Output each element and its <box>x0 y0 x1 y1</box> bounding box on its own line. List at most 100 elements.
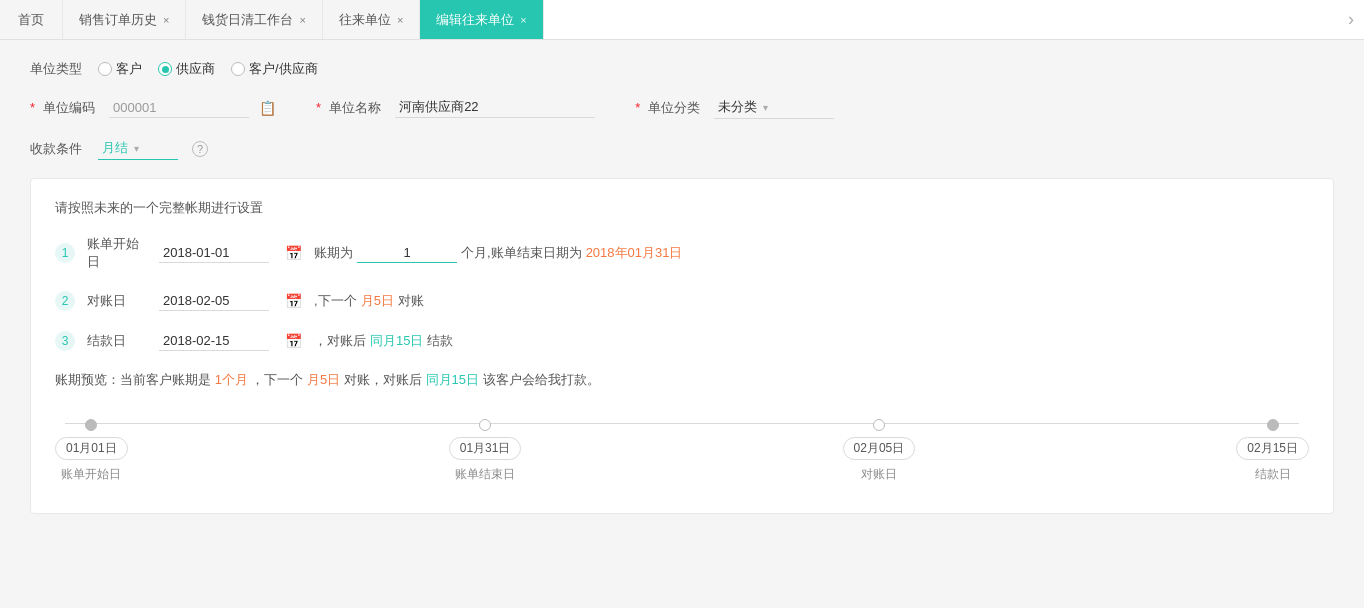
timeline-point-1: 01月31日 账单结束日 <box>449 419 522 483</box>
payment-condition-value: 月结 <box>102 139 128 157</box>
row-type-2: 对账日 <box>87 292 147 310</box>
unit-info-row: * 单位编码 000001 📋 * 单位名称 河南供应商22 * 单位分类 未分… <box>30 96 1334 119</box>
unit-category-required: * <box>635 100 640 115</box>
start-date-input[interactable] <box>159 243 269 263</box>
unit-category-value: 未分类 <box>718 98 757 116</box>
tab-edit-counterpart-label: 编辑往来单位 <box>436 11 514 29</box>
reconcile-desc-prefix: ,下一个 <box>314 292 357 310</box>
unit-code-input[interactable]: 000001 <box>109 98 249 118</box>
timeline-dot-3 <box>1267 419 1279 431</box>
preview-text: 账期预览：当前客户账期是 1个月 ，下一个 月5日 对账，对账后 同月15日 该… <box>55 371 1309 389</box>
start-date-calendar-icon[interactable]: 📅 <box>285 245 302 261</box>
unit-name-input[interactable]: 河南供应商22 <box>395 98 595 118</box>
timeline: 01月01日 账单开始日 01月31日 账单结束日 02月05日 对账日 02月… <box>55 409 1309 493</box>
timeline-point-0: 01月01日 账单开始日 <box>55 419 128 483</box>
preview-mid1: ，下一个 <box>251 372 303 387</box>
payment-desc-suffix: 结款 <box>427 332 453 350</box>
section-instruction: 请按照未来的一个完整帐期进行设置 <box>55 199 1309 217</box>
payment-help-icon[interactable]: ? <box>192 141 208 157</box>
preview-mid2: 对账，对账后 <box>344 372 422 387</box>
timeline-label-2: 对账日 <box>861 466 897 483</box>
period-value-input[interactable] <box>357 243 457 263</box>
preview-prefix: 账期预览：当前客户账期是 <box>55 372 211 387</box>
tab-edit-counterpart[interactable]: 编辑往来单位 × <box>420 0 543 39</box>
timeline-badge-1: 01月31日 <box>449 437 522 460</box>
tab-sales-history[interactable]: 销售订单历史 × <box>63 0 186 39</box>
reconcile-date-calendar-icon[interactable]: 📅 <box>285 293 302 309</box>
unit-name-group: * 单位名称 河南供应商22 <box>316 98 595 118</box>
tab-cashflow-close[interactable]: × <box>299 14 305 26</box>
tab-home[interactable]: 首页 <box>0 0 63 39</box>
preview-highlight3: 同月15日 <box>426 372 479 387</box>
preview-highlight1: 1个月 <box>215 372 248 387</box>
tab-counterparts-label: 往来单位 <box>339 11 391 29</box>
payment-date-input[interactable] <box>159 331 269 351</box>
period-desc-2: ,下一个 月5日 对账 <box>314 292 424 310</box>
unit-name-label: 单位名称 <box>329 99 381 117</box>
unit-code-copy-icon[interactable]: 📋 <box>259 100 276 116</box>
tabs-chevron[interactable]: › <box>1338 0 1364 39</box>
tab-counterparts-close[interactable]: × <box>397 14 403 26</box>
period-desc-3: ，对账后 同月15日 结款 <box>314 332 453 350</box>
period-label: 账期为 <box>314 244 353 262</box>
period-unit: 个月,账单结束日期为 <box>461 244 582 262</box>
radio-supplier-label: 供应商 <box>176 60 215 78</box>
unit-name-required: * <box>316 100 321 115</box>
timeline-point-2: 02月05日 对账日 <box>843 419 916 483</box>
row-num-2: 2 <box>55 291 75 311</box>
radio-customer-circle <box>98 62 112 76</box>
tab-sales-history-close[interactable]: × <box>163 14 169 26</box>
tab-edit-counterpart-close[interactable]: × <box>520 14 526 26</box>
timeline-dot-1 <box>479 419 491 431</box>
radio-customer-label: 客户 <box>116 60 142 78</box>
payment-condition-arrow-icon: ▾ <box>134 143 139 154</box>
unit-category-label: 单位分类 <box>648 99 700 117</box>
timeline-badge-2: 02月05日 <box>843 437 916 460</box>
unit-type-row: 单位类型 客户 供应商 客户/供应商 <box>30 60 1334 78</box>
period-row-3: 3 结款日 📅 ，对账后 同月15日 结款 <box>55 331 1309 351</box>
radio-supplier[interactable]: 供应商 <box>158 60 215 78</box>
timeline-dot-0 <box>85 419 97 431</box>
timeline-points: 01月01日 账单开始日 01月31日 账单结束日 02月05日 对账日 02月… <box>55 419 1309 483</box>
timeline-label-0: 账单开始日 <box>61 466 121 483</box>
tab-home-label: 首页 <box>18 11 44 29</box>
main-content: 单位类型 客户 供应商 客户/供应商 * 单位编码 000001 📋 * <box>0 40 1364 608</box>
tab-counterparts[interactable]: 往来单位 × <box>323 0 420 39</box>
radio-customer-supplier[interactable]: 客户/供应商 <box>231 60 318 78</box>
reconcile-desc-suffix: 对账 <box>398 292 424 310</box>
unit-code-group: * 单位编码 000001 📋 <box>30 98 276 118</box>
payment-date-calendar-icon[interactable]: 📅 <box>285 333 302 349</box>
radio-customer[interactable]: 客户 <box>98 60 142 78</box>
tab-cashflow[interactable]: 钱货日清工作台 × <box>186 0 322 39</box>
payment-condition-select[interactable]: 月结 ▾ <box>98 137 178 160</box>
period-row-2: 2 对账日 📅 ,下一个 月5日 对账 <box>55 291 1309 311</box>
timeline-label-3: 结款日 <box>1255 466 1291 483</box>
row-num-3: 3 <box>55 331 75 351</box>
chevron-right-icon: › <box>1348 9 1354 30</box>
radio-supplier-circle <box>158 62 172 76</box>
row-type-1: 账单开始日 <box>87 235 147 271</box>
unit-code-required: * <box>30 100 35 115</box>
unit-category-arrow-icon: ▾ <box>763 102 768 113</box>
period-desc-1: 账期为 个月,账单结束日期为 2018年01月31日 <box>314 243 682 263</box>
timeline-dot-2 <box>873 419 885 431</box>
row-num-1: 1 <box>55 243 75 263</box>
reconcile-date-input[interactable] <box>159 291 269 311</box>
tab-cashflow-label: 钱货日清工作台 <box>202 11 293 29</box>
timeline-label-1: 账单结束日 <box>455 466 515 483</box>
unit-type-label: 单位类型 <box>30 60 82 78</box>
timeline-point-3: 02月15日 结款日 <box>1236 419 1309 483</box>
preview-suffix: 该客户会给我打款。 <box>483 372 600 387</box>
payment-condition-label: 收款条件 <box>30 140 82 158</box>
reconcile-desc-highlight: 月5日 <box>361 292 394 310</box>
unit-code-label: 单位编码 <box>43 99 95 117</box>
tab-sales-history-label: 销售订单历史 <box>79 11 157 29</box>
radio-group: 客户 供应商 客户/供应商 <box>98 60 318 78</box>
row-type-3: 结款日 <box>87 332 147 350</box>
unit-category-group: * 单位分类 未分类 ▾ <box>635 96 834 119</box>
radio-customer-supplier-label: 客户/供应商 <box>249 60 318 78</box>
tabs-bar: 首页 销售订单历史 × 钱货日清工作台 × 往来单位 × 编辑往来单位 × › <box>0 0 1364 40</box>
payment-condition-row: 收款条件 月结 ▾ ? <box>30 137 1334 160</box>
unit-category-select[interactable]: 未分类 ▾ <box>714 96 834 119</box>
preview-highlight2: 月5日 <box>307 372 340 387</box>
